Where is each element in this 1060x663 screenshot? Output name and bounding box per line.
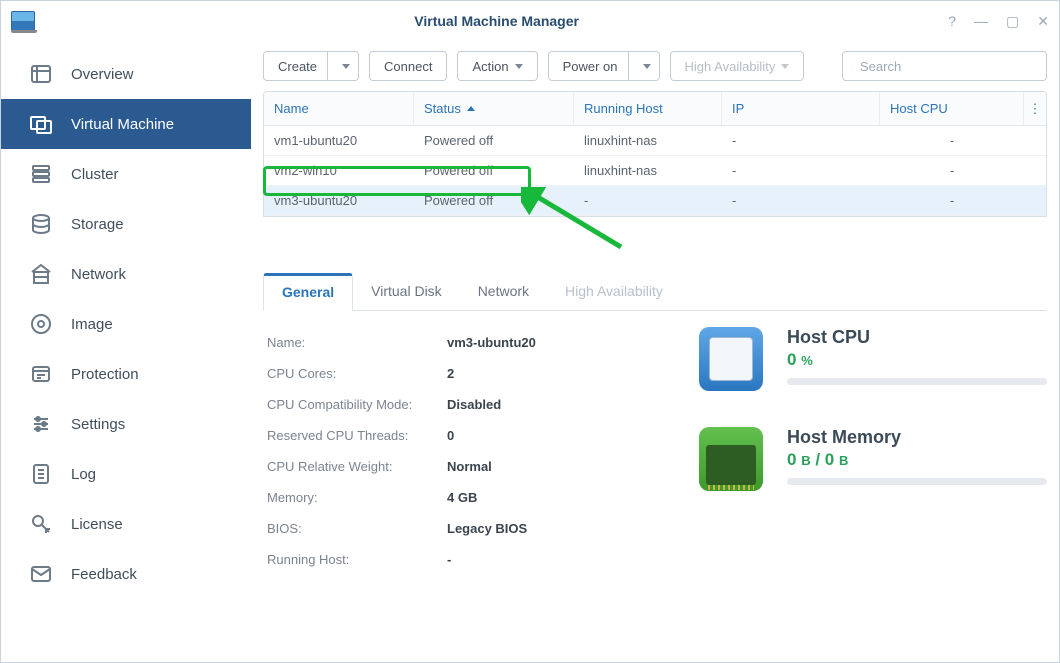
sidebar-item-label: License xyxy=(71,516,123,533)
sidebar-item-label: Network xyxy=(71,266,126,283)
sidebar-item-log[interactable]: Log xyxy=(1,449,251,499)
prop-value: Normal xyxy=(447,459,667,474)
stat-title: Host Memory xyxy=(787,427,1047,448)
col-menu-icon[interactable]: ⋮ xyxy=(1024,92,1046,125)
high-availability-button[interactable]: High Availability xyxy=(670,51,805,81)
overview-icon xyxy=(29,62,53,86)
search-input[interactable] xyxy=(842,51,1047,81)
sidebar-item-label: Overview xyxy=(71,66,134,83)
create-button[interactable]: Create xyxy=(263,51,359,81)
sidebar-item-virtual-machine[interactable]: Virtual Machine xyxy=(1,99,251,149)
table-row[interactable]: vm2-win10 Powered off linuxhint-nas - - xyxy=(264,156,1046,186)
table-row[interactable]: vm1-ubuntu20 Powered off linuxhint-nas -… xyxy=(264,126,1046,156)
detail-tabs: General Virtual Disk Network High Availa… xyxy=(263,273,1047,311)
create-dropdown-icon[interactable] xyxy=(327,52,358,80)
sidebar-item-feedback[interactable]: Feedback xyxy=(1,549,251,599)
protection-icon xyxy=(29,362,53,386)
connect-button[interactable]: Connect xyxy=(369,51,447,81)
sidebar-item-label: Storage xyxy=(71,216,124,233)
sidebar-item-storage[interactable]: Storage xyxy=(1,199,251,249)
col-host-cpu[interactable]: Host CPU xyxy=(880,92,1024,125)
prop-label: Name: xyxy=(267,335,447,350)
sidebar: Overview Virtual Machine Cluster Storage… xyxy=(1,41,251,662)
title-bar: Virtual Machine Manager ? — ▢ ✕ xyxy=(1,1,1059,41)
close-icon[interactable]: ✕ xyxy=(1037,13,1049,30)
toolbar: Create Connect Action Power on High Avai… xyxy=(263,49,1047,83)
prop-label: BIOS: xyxy=(267,521,447,536)
tab-network[interactable]: Network xyxy=(460,273,547,310)
cpu-icon xyxy=(699,327,763,391)
prop-value: 0 xyxy=(447,428,667,443)
sidebar-item-network[interactable]: Network xyxy=(1,249,251,299)
tab-virtual-disk[interactable]: Virtual Disk xyxy=(353,273,460,310)
prop-label: CPU Compatibility Mode: xyxy=(267,397,447,412)
col-ip[interactable]: IP xyxy=(722,92,880,125)
prop-label: Reserved CPU Threads: xyxy=(267,428,447,443)
prop-label: CPU Relative Weight: xyxy=(267,459,447,474)
sidebar-item-cluster[interactable]: Cluster xyxy=(1,149,251,199)
prop-value: 2 xyxy=(447,366,667,381)
stat-title: Host CPU xyxy=(787,327,1047,348)
cluster-icon xyxy=(29,162,53,186)
sidebar-item-label: Virtual Machine xyxy=(71,116,174,133)
prop-label: Running Host: xyxy=(267,552,447,567)
feedback-icon xyxy=(29,562,53,586)
sidebar-item-label: Image xyxy=(71,316,113,333)
sidebar-item-label: Cluster xyxy=(71,166,119,183)
memory-icon xyxy=(699,427,763,491)
tab-general[interactable]: General xyxy=(263,273,353,311)
host-cpu-stat: Host CPU 0 % xyxy=(699,327,1047,391)
stat-value: 0 B / 0 B xyxy=(787,450,1047,470)
sidebar-item-label: Log xyxy=(71,466,96,483)
tab-high-availability[interactable]: High Availability xyxy=(547,273,681,310)
detail-properties: Name:vm3-ubuntu20 CPU Cores:2 CPU Compat… xyxy=(263,327,675,662)
prop-value: Legacy BIOS xyxy=(447,521,667,536)
prop-label: CPU Cores: xyxy=(267,366,447,381)
host-memory-stat: Host Memory 0 B / 0 B xyxy=(699,427,1047,491)
minimize-icon[interactable]: — xyxy=(974,13,988,30)
prop-value: vm3-ubuntu20 xyxy=(447,335,667,350)
sidebar-item-overview[interactable]: Overview xyxy=(1,49,251,99)
sidebar-item-label: Feedback xyxy=(71,566,137,583)
sidebar-item-image[interactable]: Image xyxy=(1,299,251,349)
sort-asc-icon xyxy=(467,106,475,111)
app-icon xyxy=(11,11,35,31)
window: Virtual Machine Manager ? — ▢ ✕ Overview… xyxy=(0,0,1060,663)
col-running-host[interactable]: Running Host xyxy=(574,92,722,125)
table-header: Name Status Running Host IP Host CPU ⋮ xyxy=(264,92,1046,126)
network-icon xyxy=(29,262,53,286)
prop-value: 4 GB xyxy=(447,490,667,505)
col-status[interactable]: Status xyxy=(414,92,574,125)
log-icon xyxy=(29,462,53,486)
power-on-button[interactable]: Power on xyxy=(548,51,660,81)
help-icon[interactable]: ? xyxy=(948,13,956,30)
stat-bar xyxy=(787,378,1047,385)
prop-value: - xyxy=(447,552,667,567)
sidebar-item-label: Settings xyxy=(71,416,125,433)
main-panel: Create Connect Action Power on High Avai… xyxy=(251,41,1059,662)
action-button[interactable]: Action xyxy=(457,51,537,81)
search-icon xyxy=(851,59,852,73)
image-icon xyxy=(29,312,53,336)
sidebar-item-settings[interactable]: Settings xyxy=(1,399,251,449)
detail-stats: Host CPU 0 % Host Memory 0 B / 0 B xyxy=(675,327,1047,662)
stat-value: 0 % xyxy=(787,350,1047,370)
maximize-icon[interactable]: ▢ xyxy=(1006,13,1019,30)
prop-value: Disabled xyxy=(447,397,667,412)
vm-table: Name Status Running Host IP Host CPU ⋮ v… xyxy=(263,91,1047,217)
vm-icon xyxy=(29,112,53,136)
sidebar-item-license[interactable]: License xyxy=(1,499,251,549)
sidebar-item-protection[interactable]: Protection xyxy=(1,349,251,399)
col-name[interactable]: Name xyxy=(264,92,414,125)
stat-bar xyxy=(787,478,1047,485)
window-title: Virtual Machine Manager xyxy=(45,13,948,29)
power-dropdown-icon[interactable] xyxy=(628,52,659,80)
table-row[interactable]: vm3-ubuntu20 Powered off - - - xyxy=(264,186,1046,216)
settings-icon xyxy=(29,412,53,436)
license-icon xyxy=(29,512,53,536)
prop-label: Memory: xyxy=(267,490,447,505)
sidebar-item-label: Protection xyxy=(71,366,139,383)
storage-icon xyxy=(29,212,53,236)
